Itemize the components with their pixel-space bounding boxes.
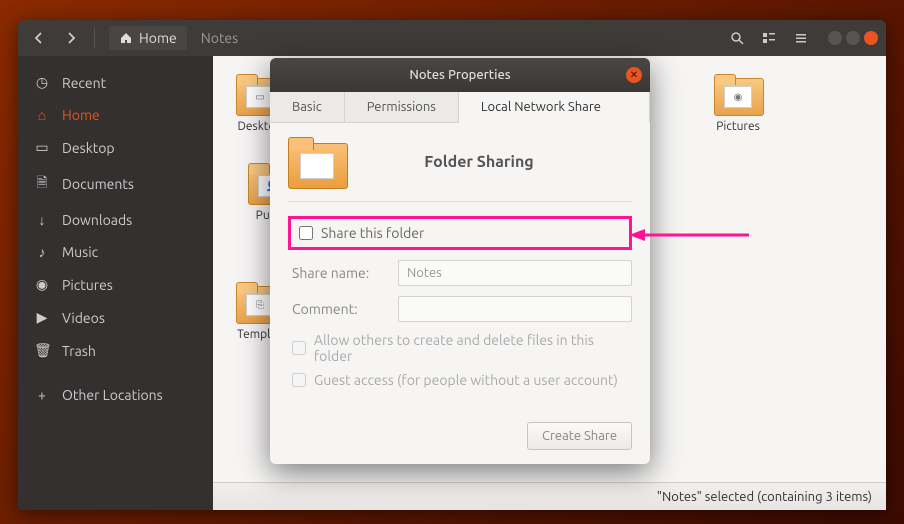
allow-others-row: Allow others to create and delete files … — [288, 332, 632, 364]
maximize-button[interactable] — [846, 31, 860, 45]
breadcrumb-notes[interactable]: Notes — [191, 26, 248, 50]
comment-row: Comment: — [288, 296, 632, 322]
document-icon: 🗎 — [34, 172, 50, 196]
folder-large-icon — [288, 137, 346, 187]
share-name-row: Share name: — [288, 260, 632, 286]
divider — [94, 28, 95, 48]
plus-icon: + — [34, 387, 50, 403]
share-this-folder-checkbox[interactable] — [299, 226, 313, 240]
annotation-arrow-icon — [629, 225, 749, 245]
tab-permissions[interactable]: Permissions — [345, 92, 459, 122]
home-icon: ⌂ — [34, 107, 50, 123]
dialog-title: Notes Properties — [409, 68, 510, 82]
properties-dialog: Notes Properties ✕ Basic Permissions Loc… — [270, 58, 650, 464]
sidebar-item-videos[interactable]: ▶Videos — [18, 301, 213, 334]
breadcrumb-home-label: Home — [139, 30, 177, 46]
view-toggle-button[interactable] — [756, 25, 782, 51]
sidebar-item-other-locations[interactable]: +Other Locations — [18, 379, 213, 411]
sidebar-item-documents[interactable]: 🗎Documents — [18, 164, 213, 204]
clock-icon: ◷ — [34, 74, 50, 91]
search-icon — [730, 31, 744, 45]
guest-access-checkbox[interactable] — [292, 373, 306, 387]
list-icon — [762, 31, 776, 45]
dialog-close-button[interactable]: ✕ — [626, 67, 642, 83]
share-name-input[interactable] — [398, 260, 632, 286]
sidebar-item-desktop[interactable]: ▭Desktop — [18, 131, 213, 164]
desktop-icon: ▭ — [34, 139, 50, 156]
statusbar: "Notes" selected (containing 3 items) — [213, 482, 886, 510]
guest-access-label: Guest access (for people without a user … — [314, 372, 618, 388]
allow-others-checkbox[interactable] — [292, 341, 306, 355]
dialog-heading: Folder Sharing — [366, 153, 632, 171]
music-icon: ♪ — [34, 244, 50, 260]
share-name-label: Share name: — [292, 265, 388, 281]
titlebar-right — [724, 25, 878, 51]
sidebar-item-trash[interactable]: 🗑Trash — [18, 334, 213, 367]
back-button[interactable] — [26, 25, 52, 51]
videos-icon: ▶ — [34, 309, 50, 326]
breadcrumb-home[interactable]: Home — [109, 26, 187, 50]
share-this-folder-label: Share this folder — [321, 225, 424, 241]
dialog-titlebar: Notes Properties ✕ — [270, 58, 650, 92]
window-close-button[interactable] — [864, 31, 878, 45]
menu-button[interactable] — [788, 25, 814, 51]
create-share-button[interactable]: Create Share — [527, 422, 632, 450]
sidebar-item-music[interactable]: ♪Music — [18, 236, 213, 268]
sidebar-item-pictures[interactable]: ◉Pictures — [18, 268, 213, 301]
pictures-icon: ◉ — [34, 276, 50, 293]
dialog-tabs: Basic Permissions Local Network Share — [270, 92, 650, 123]
hamburger-icon — [794, 31, 808, 45]
annotation-highlight: Share this folder — [288, 216, 632, 250]
sidebar-item-recent[interactable]: ◷Recent — [18, 66, 213, 99]
trash-icon: 🗑 — [34, 342, 50, 359]
tab-local-network-share[interactable]: Local Network Share — [459, 92, 650, 123]
dialog-button-row: Create Share — [288, 422, 632, 450]
tab-basic[interactable]: Basic — [270, 92, 345, 122]
folder-icon: ◉ — [714, 74, 762, 114]
guest-access-row: Guest access (for people without a user … — [288, 372, 632, 388]
sidebar-item-home[interactable]: ⌂Home — [18, 99, 213, 131]
divider — [288, 201, 632, 202]
sidebar: ◷Recent ⌂Home ▭Desktop 🗎Documents ↓Downl… — [18, 56, 213, 510]
titlebar: Home Notes — [18, 20, 886, 56]
comment-input[interactable] — [398, 296, 632, 322]
home-icon — [119, 31, 133, 45]
breadcrumb: Home Notes — [109, 26, 248, 50]
folder-item[interactable]: ◉ Pictures — [703, 74, 773, 133]
sidebar-item-downloads[interactable]: ↓Downloads — [18, 204, 213, 236]
allow-others-label: Allow others to create and delete files … — [314, 332, 632, 364]
dialog-header: Folder Sharing — [288, 137, 632, 187]
window-controls — [828, 31, 878, 45]
forward-button[interactable] — [58, 25, 84, 51]
dialog-body: Folder Sharing Share this folder Share n… — [270, 123, 650, 464]
comment-label: Comment: — [292, 301, 388, 317]
search-button[interactable] — [724, 25, 750, 51]
minimize-button[interactable] — [828, 31, 842, 45]
download-icon: ↓ — [34, 212, 50, 228]
